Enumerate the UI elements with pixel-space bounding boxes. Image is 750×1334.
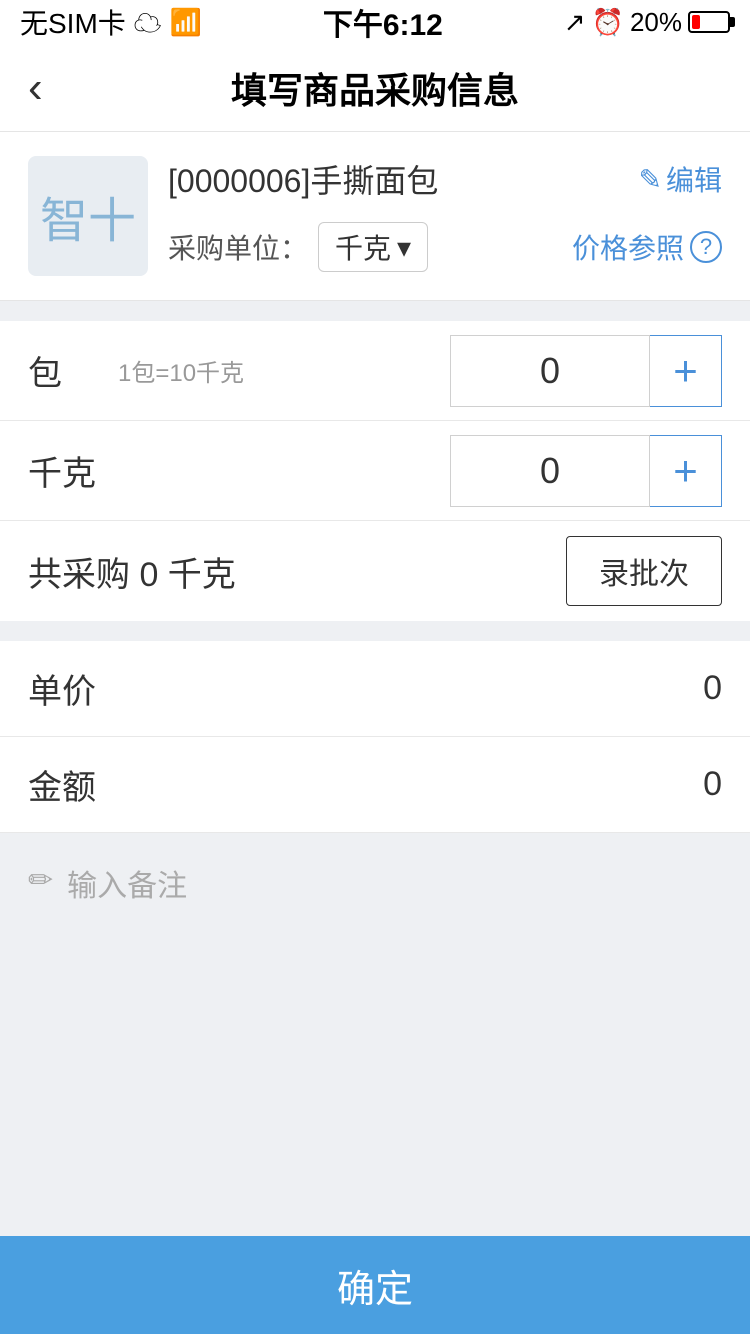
- product-header: [0000006]手撕面包 ✎ 编辑: [168, 156, 722, 202]
- battery-indicator: [688, 11, 730, 33]
- status-time: 下午6:12: [323, 0, 443, 44]
- kg-plus-button[interactable]: +: [650, 435, 722, 507]
- product-info: [0000006]手撕面包 ✎ 编辑 采购单位： 千克 ▾ 价格参照 ?: [168, 156, 722, 272]
- price-reference-button[interactable]: 价格参照 ?: [572, 227, 722, 267]
- edit-icon: ✎: [639, 163, 662, 196]
- pack-plus-button[interactable]: +: [650, 335, 722, 407]
- amount-label: 金额: [28, 760, 96, 809]
- page-title: 填写商品采购信息: [231, 62, 519, 114]
- price-section: 单价 0 金额 0: [0, 641, 750, 833]
- summary-text: 共采购 0 千克: [28, 547, 236, 596]
- remark-placeholder: 输入备注: [67, 861, 187, 905]
- unit-price-row: 单价 0: [0, 641, 750, 737]
- edit-label: 编辑: [666, 159, 722, 199]
- dropdown-arrow-icon: ▾: [397, 231, 411, 264]
- product-image: 智十: [28, 156, 148, 276]
- purchase-unit-label: 采购单位：: [168, 227, 308, 267]
- wifi-icon: 📶: [170, 7, 202, 38]
- product-name: [0000006]手撕面包: [168, 156, 438, 202]
- section-divider-2: [0, 621, 750, 641]
- pack-input[interactable]: [450, 335, 650, 407]
- status-bar-left: 无SIM卡 ☁ 📶: [20, 2, 202, 42]
- nav-bar: ‹ 填写商品采购信息: [0, 44, 750, 132]
- amount-row: 金额 0: [0, 737, 750, 833]
- confirm-btn-wrapper: 确定: [0, 1236, 750, 1334]
- status-bar: 无SIM卡 ☁ 📶 下午6:12 ↗ ⏰ 20%: [0, 0, 750, 44]
- pack-control: +: [450, 335, 722, 407]
- no-sim-label: 无SIM卡 ☁: [20, 2, 162, 42]
- kg-input[interactable]: [450, 435, 650, 507]
- product-logo: 智十: [40, 181, 136, 251]
- alarm-icon: ⏰: [592, 7, 624, 38]
- kg-row: 千克 +: [0, 421, 750, 521]
- section-divider-1: [0, 301, 750, 321]
- confirm-button[interactable]: 确定: [0, 1236, 750, 1334]
- unit-price-label: 单价: [28, 664, 96, 713]
- kg-control: +: [450, 435, 722, 507]
- unit-price-value: 0: [703, 669, 722, 708]
- edit-button[interactable]: ✎ 编辑: [639, 159, 722, 199]
- pack-label: 包: [28, 346, 108, 395]
- pencil-icon: ✏: [28, 863, 53, 898]
- price-ref-label: 价格参照: [572, 227, 684, 267]
- pack-row: 包 1包=10千克 +: [0, 321, 750, 421]
- battery-percent: 20%: [630, 7, 682, 38]
- product-card: 智十 [0000006]手撕面包 ✎ 编辑 采购单位： 千克 ▾ 价格参照 ?: [0, 132, 750, 301]
- input-section: 包 1包=10千克 + 千克 +: [0, 321, 750, 521]
- status-bar-right: ↗ ⏰ 20%: [564, 7, 730, 38]
- help-circle-icon: ?: [690, 231, 722, 263]
- kg-label: 千克: [28, 446, 108, 495]
- purchase-unit: 采购单位： 千克 ▾: [168, 222, 428, 272]
- pack-sublabel: 1包=10千克: [118, 353, 450, 388]
- amount-value: 0: [703, 765, 722, 804]
- unit-value: 千克: [335, 227, 391, 267]
- summary-row: 共采购 0 千克 录批次: [0, 521, 750, 621]
- batch-button[interactable]: 录批次: [566, 536, 722, 606]
- product-meta: 采购单位： 千克 ▾ 价格参照 ?: [168, 222, 722, 272]
- back-button[interactable]: ‹: [28, 66, 43, 110]
- remark-section[interactable]: ✏ 输入备注: [0, 833, 750, 1033]
- unit-dropdown[interactable]: 千克 ▾: [318, 222, 428, 272]
- location-icon: ↗: [564, 7, 586, 38]
